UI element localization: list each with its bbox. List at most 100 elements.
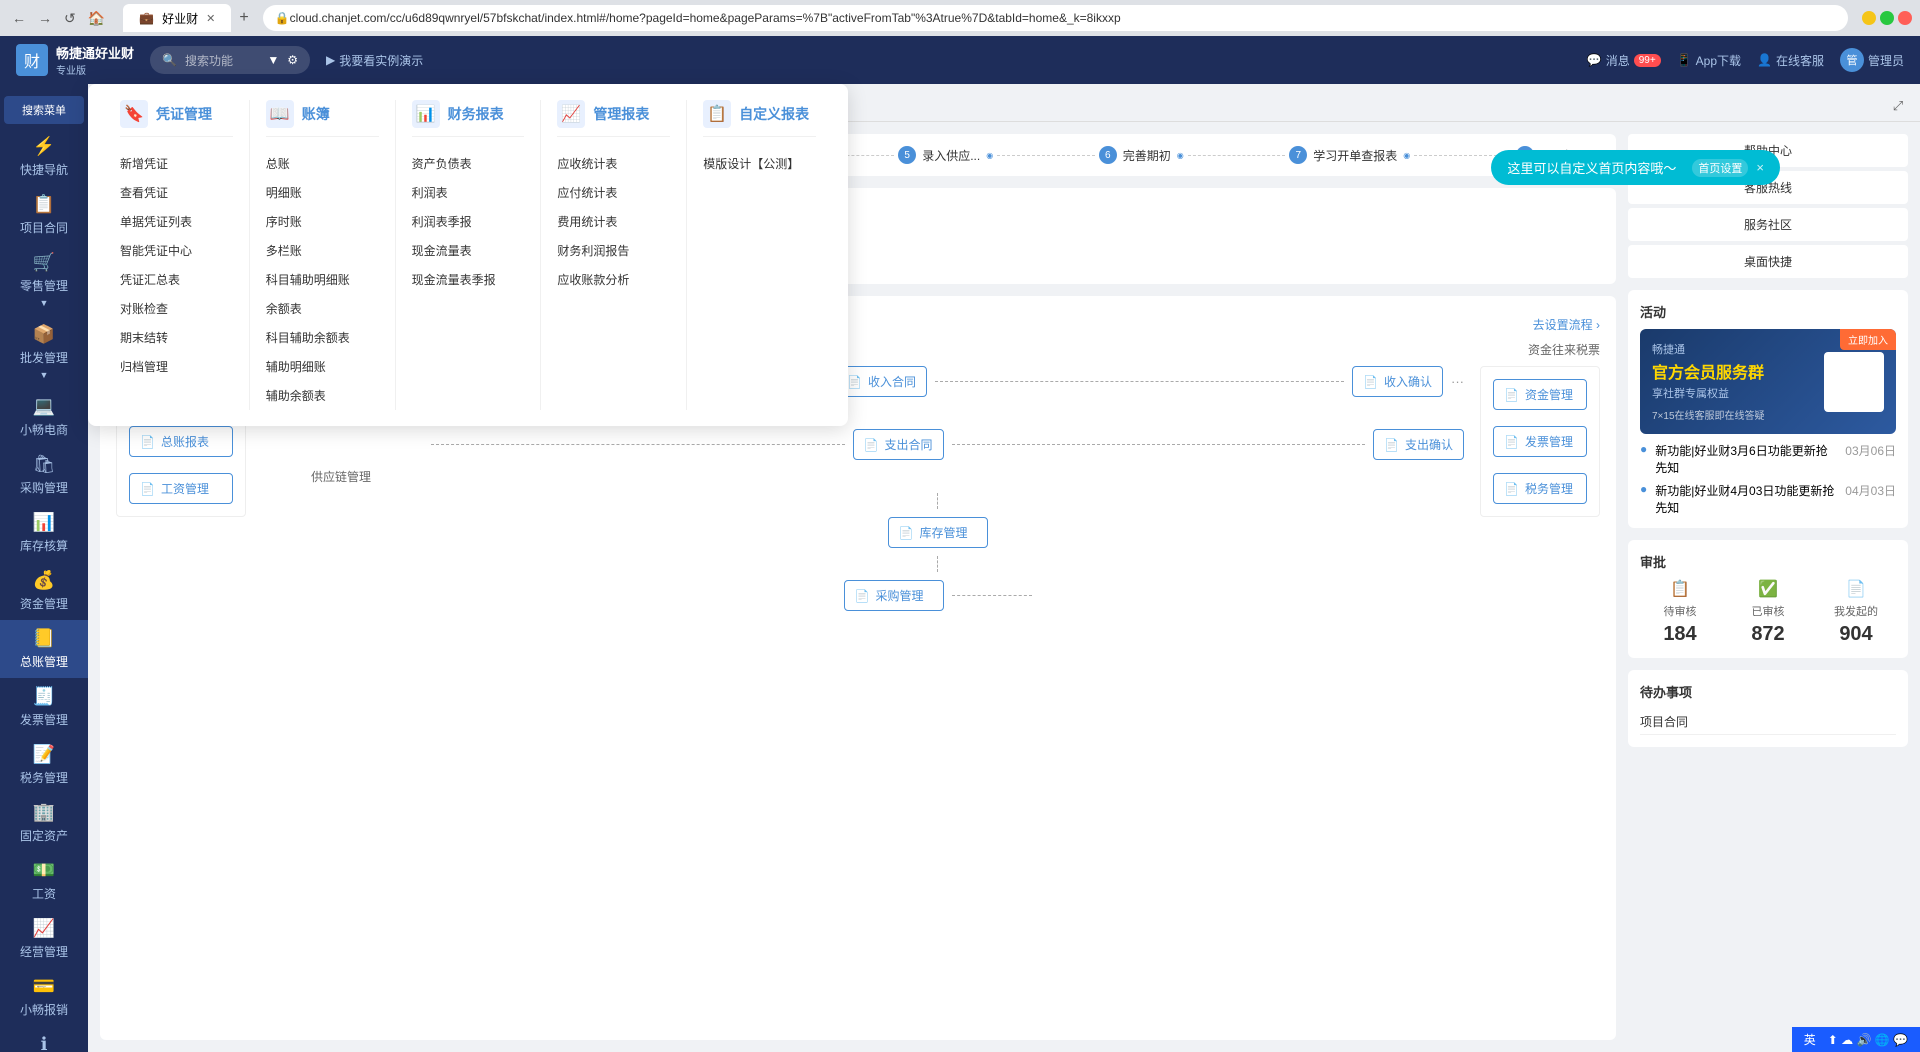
menu-item-balance[interactable]: 余额表 bbox=[266, 294, 379, 323]
menu-item-new-voucher[interactable]: 新增凭证 bbox=[120, 149, 233, 178]
tab-close-button[interactable]: ✕ bbox=[206, 12, 215, 25]
demo-link[interactable]: ▶ 我要看实例演示 bbox=[326, 52, 423, 69]
activity-item-1[interactable]: ● 新功能|好业财3月6日功能更新抢先知 03月06日 bbox=[1640, 442, 1896, 476]
sidebar-search[interactable]: 搜索菜单 bbox=[4, 96, 84, 124]
browser-tab[interactable]: 💼 好业财 ✕ bbox=[123, 4, 231, 32]
invoice-management-box[interactable]: 📄 发票管理 bbox=[1493, 426, 1587, 457]
menu-item-template-design[interactable]: 模版设计【公测】 bbox=[703, 149, 816, 178]
service-community-button[interactable]: 服务社区 bbox=[1628, 208, 1908, 241]
total-ledger-box[interactable]: 📄 总账报表 bbox=[129, 426, 233, 457]
menu-item-general-ledger[interactable]: 总账 bbox=[266, 149, 379, 178]
menu-item-profit-quarterly[interactable]: 利润表季报 bbox=[412, 207, 525, 236]
menu-item-reconcile[interactable]: 对账检查 bbox=[120, 294, 233, 323]
sidebar-item-capital[interactable]: 💰 资金管理 bbox=[0, 562, 88, 620]
refresh-button[interactable]: ↺ bbox=[60, 8, 80, 29]
expense-contract-box[interactable]: 📄 支出合同 bbox=[853, 429, 944, 460]
income-confirm-box[interactable]: 📄 收入确认 bbox=[1352, 366, 1443, 397]
custom-report-title: 自定义报表 bbox=[739, 104, 809, 124]
menu-item-cash-flow-quarterly[interactable]: 现金流量表季报 bbox=[412, 265, 525, 294]
menu-item-balance-sheet[interactable]: 资产负债表 bbox=[412, 149, 525, 178]
desktop-shortcut-button[interactable]: 桌面快捷 bbox=[1628, 245, 1908, 278]
join-button[interactable]: 立即加入 bbox=[1840, 329, 1896, 350]
approved-approval[interactable]: ✅ 已审核 872 bbox=[1728, 579, 1808, 646]
activity-item-2[interactable]: ● 新功能|好业财4月03日功能更新抢先知 04月03日 bbox=[1640, 482, 1896, 516]
menu-item-archive[interactable]: 归档管理 bbox=[120, 352, 233, 381]
sidebar-item-invoice[interactable]: 🧾 发票管理 bbox=[0, 678, 88, 736]
sidebar-item-assets[interactable]: 🏢 固定资产 bbox=[0, 794, 88, 852]
tab-expand-button[interactable]: ⤢ bbox=[1888, 96, 1908, 116]
tax-management-box[interactable]: 📄 税务管理 bbox=[1493, 473, 1587, 504]
step-7[interactable]: 7 学习开单查报表 ◉ bbox=[1289, 146, 1410, 164]
sidebar-item-retail[interactable]: 🛒 零售管理 ▼ bbox=[0, 244, 88, 316]
menu-item-multi-col-ledger[interactable]: 多栏账 bbox=[266, 236, 379, 265]
wage-management-box[interactable]: 📄 工资管理 bbox=[129, 473, 233, 504]
header-search[interactable]: 🔍 搜索功能 ▼ ⚙ bbox=[150, 46, 310, 74]
customize-tip-close-button[interactable]: × bbox=[1756, 160, 1764, 175]
menu-item-chrono-ledger[interactable]: 序时账 bbox=[266, 207, 379, 236]
menu-item-period-end[interactable]: 期末结转 bbox=[120, 323, 233, 352]
menu-item-profit-loss[interactable]: 利润表 bbox=[412, 178, 525, 207]
message-button[interactable]: 💬 消息 99+ bbox=[1587, 52, 1661, 69]
menu-item-voucher-list[interactable]: 单据凭证列表 bbox=[120, 207, 233, 236]
dots-icon: ··· bbox=[1451, 374, 1464, 389]
menu-item-payable[interactable]: 应付统计表 bbox=[557, 178, 670, 207]
new-tab-button[interactable]: + bbox=[231, 5, 256, 31]
close-button[interactable] bbox=[1898, 11, 1912, 25]
online-service-button[interactable]: 👤 在线客服 bbox=[1757, 52, 1824, 69]
menu-item-receivable-analysis[interactable]: 应收账款分析 bbox=[557, 265, 670, 294]
menu-item-voucher-summary[interactable]: 凭证汇总表 bbox=[120, 265, 233, 294]
sidebar-item-basic[interactable]: ℹ 基础信息 bbox=[0, 1026, 88, 1052]
sidebar-item-quick-nav[interactable]: ⚡ 快捷导航 bbox=[0, 128, 88, 186]
purchase-box[interactable]: 📄 采购管理 bbox=[844, 580, 944, 611]
user-menu[interactable]: 管 管理员 bbox=[1840, 48, 1904, 72]
home-button[interactable]: 🏠 bbox=[84, 8, 109, 29]
menu-item-view-voucher[interactable]: 查看凭证 bbox=[120, 178, 233, 207]
my-approval[interactable]: 📄 我发起的 904 bbox=[1816, 579, 1896, 646]
sidebar-item-wholesale[interactable]: 📦 批发管理 ▼ bbox=[0, 316, 88, 388]
expense-confirm-box[interactable]: 📄 支出确认 bbox=[1373, 429, 1464, 460]
step-6[interactable]: 6 完善期初 ◉ bbox=[1099, 146, 1184, 164]
back-button[interactable]: ← bbox=[8, 8, 30, 29]
todo-item-1[interactable]: 项目合同 bbox=[1640, 709, 1896, 735]
menu-item-detail-ledger[interactable]: 明细账 bbox=[266, 178, 379, 207]
menu-item-expense-stats[interactable]: 费用统计表 bbox=[557, 207, 670, 236]
address-bar[interactable]: 🔒 cloud.chanjet.com/cc/u6d89qwnryel/57bf… bbox=[263, 5, 1848, 31]
tax-box-icon: 📄 bbox=[1504, 482, 1519, 496]
app-subtitle: 专业版 bbox=[56, 62, 134, 77]
set-flow-link[interactable]: 去设置流程 › bbox=[1533, 316, 1600, 333]
menu-item-subject-balance[interactable]: 科目辅助余额表 bbox=[266, 323, 379, 352]
menu-item-aux-balance[interactable]: 辅助余额表 bbox=[266, 381, 379, 410]
finance-report-header: 📊 财务报表 bbox=[412, 100, 525, 137]
sidebar-item-tax[interactable]: 📝 税务管理 bbox=[0, 736, 88, 794]
menu-item-finance-profit[interactable]: 财务利润报告 bbox=[557, 236, 670, 265]
forward-button[interactable]: → bbox=[34, 8, 56, 29]
menu-item-aux-detail[interactable]: 辅助明细账 bbox=[266, 352, 379, 381]
step-5[interactable]: 5 录入供应... ◉ bbox=[898, 146, 993, 164]
activity-banner[interactable]: 畅捷通 官方会员服务群 享社群专属权益 7×15在线客服即在线答疑 ▦ 立即加入 bbox=[1640, 329, 1896, 434]
income-contract-box[interactable]: 📄 收入合同 bbox=[836, 366, 927, 397]
home-settings-link[interactable]: 首页设置 bbox=[1692, 159, 1748, 177]
maximize-button[interactable] bbox=[1880, 11, 1894, 25]
menu-item-cash-flow[interactable]: 现金流量表 bbox=[412, 236, 525, 265]
sidebar-item-purchase[interactable]: 🛍 采购管理 bbox=[0, 446, 88, 504]
sidebar-item-ledger[interactable]: 📒 总账管理 bbox=[0, 620, 88, 678]
capital-management-box[interactable]: 📄 资金管理 bbox=[1493, 379, 1587, 410]
tax-icon: 📝 bbox=[33, 744, 55, 765]
pending-approval[interactable]: 📋 待审核 184 bbox=[1640, 579, 1720, 646]
expense-confirm-icon: 📄 bbox=[1384, 438, 1399, 452]
sidebar-item-project[interactable]: 📋 项目合同 bbox=[0, 186, 88, 244]
menu-item-smart-voucher[interactable]: 智能凭证中心 bbox=[120, 236, 233, 265]
dot-2: ● bbox=[1640, 482, 1647, 516]
menu-item-receivable[interactable]: 应收统计表 bbox=[557, 149, 670, 178]
sidebar-item-salary[interactable]: 💵 工资 bbox=[0, 852, 88, 910]
sidebar-item-operations[interactable]: 📈 经营管理 bbox=[0, 910, 88, 968]
minimize-button[interactable] bbox=[1862, 11, 1876, 25]
sidebar-item-expense[interactable]: 💳 小畅报销 bbox=[0, 968, 88, 1026]
purchase-row: 📄 采购管理 bbox=[844, 580, 1032, 611]
expand-icon2: ▼ bbox=[40, 370, 49, 380]
menu-item-subject-detail[interactable]: 科目辅助明细账 bbox=[266, 265, 379, 294]
sidebar-item-inventory[interactable]: 📊 库存核算 bbox=[0, 504, 88, 562]
inventory-box[interactable]: 📄 库存管理 bbox=[888, 517, 988, 548]
sidebar-item-ecommerce[interactable]: 💻 小畅电商 bbox=[0, 388, 88, 446]
app-download-button[interactable]: 📱 App下载 bbox=[1677, 52, 1741, 69]
